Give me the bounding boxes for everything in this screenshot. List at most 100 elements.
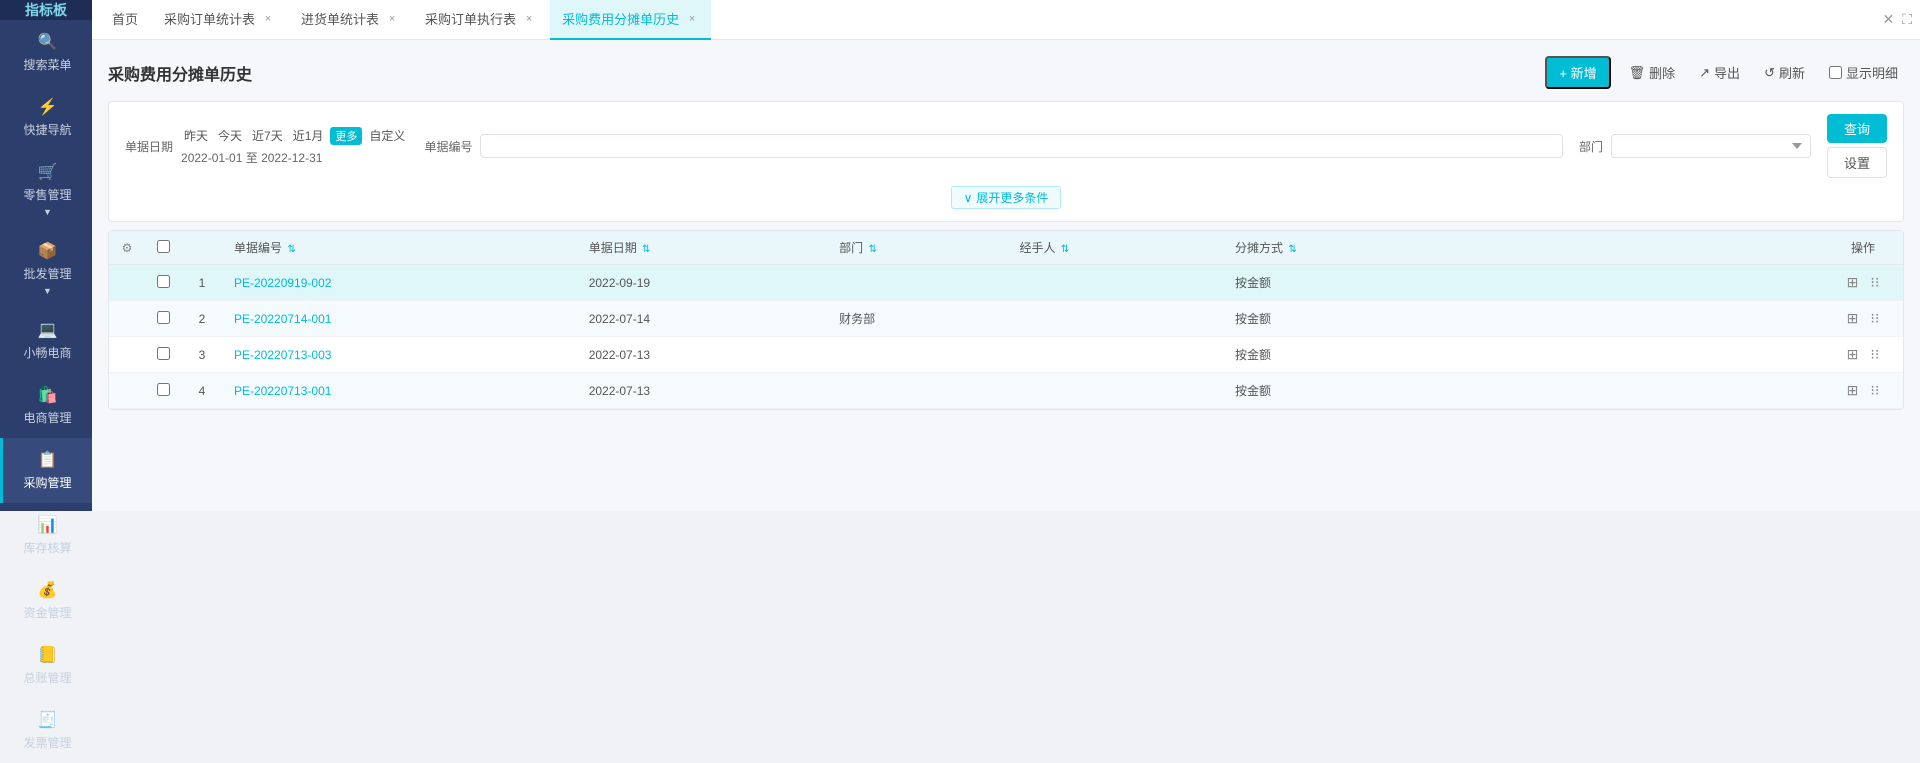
more-icon[interactable]: ⁝⁝ [1868,344,1881,365]
sort-icon[interactable]: ⇅ [642,244,650,255]
date-7days[interactable]: 近7天 [249,126,286,145]
more-icon[interactable]: ⁝⁝ [1868,308,1881,329]
expand-conditions-button[interactable]: ∨ 展开更多条件 [951,186,1062,209]
close-window-icon[interactable]: ✕ [1882,11,1894,28]
row-checkbox[interactable] [157,275,170,288]
sidebar-item-label: 搜索菜单 [23,56,71,73]
search-button[interactable]: 查询 [1827,114,1887,143]
sidebar-item-retail[interactable]: 🛒 零售管理 ▼ [0,150,92,229]
chevron-down-icon: ∨ [964,191,973,205]
sidebar-item-invoice[interactable]: 🧾 发票管理 [0,698,92,763]
date-more[interactable]: 更多 [330,127,362,145]
row-checkbox[interactable] [157,383,170,396]
data-table: ⚙ 单据编号 ⇅ 单据日期 ⇅ [108,230,1904,410]
sidebar-item-inventory[interactable]: 📊 库存核算 [0,503,92,568]
tab-label: 首页 [112,9,138,28]
tab-bar-actions: ✕ ⛶ [1882,11,1912,28]
sidebar-item-ecommerce[interactable]: 🛍️ 电商管理 [0,373,92,438]
dept-select[interactable] [1611,134,1811,158]
col-num [182,231,222,265]
maximize-icon[interactable]: ⛶ [1902,11,1912,28]
table-row: 3 PE-20220713-003 2022-07-13 按金额 ⊞ ⁝⁝ [109,337,1903,373]
cell-num: 3 [182,337,222,373]
sidebar-item-label: 发票管理 [23,734,71,751]
show-detail-button[interactable]: 显示明细 [1823,59,1904,86]
date-1month[interactable]: 近1月 [290,126,327,145]
sidebar-item-label: 采购管理 [23,474,71,491]
sidebar-item-label: 小畅电商 [23,344,71,361]
tab-label: 采购订单执行表 [425,9,516,28]
close-icon[interactable]: × [261,12,275,26]
refresh-button[interactable]: ↺ 刷新 [1758,59,1811,86]
tab-purchase-order-stats[interactable]: 采购订单统计表 × [152,0,287,40]
tab-label: 进货单统计表 [301,9,379,28]
edit-icon[interactable]: ⊞ [1845,272,1861,293]
tab-inbound-stats[interactable]: 进货单统计表 × [289,0,411,40]
doc-no-link[interactable]: PE-20220713-001 [234,384,331,398]
cell-checkbox [145,301,182,337]
sidebar-item-purchase[interactable]: 📋 采购管理 [0,438,92,503]
show-detail-label: 显示明细 [1846,63,1898,82]
tab-purchase-fee-history[interactable]: 采购费用分摊单历史 × [550,0,711,40]
settings-icon[interactable]: ⚙ [122,241,133,255]
sort-icon[interactable]: ⇅ [1061,244,1069,255]
date-custom[interactable]: 自定义 [366,126,408,145]
sidebar-item-ledger[interactable]: 📒 总账管理 [0,633,92,698]
close-icon[interactable]: × [685,12,699,26]
sidebar-item-wholesale[interactable]: 📦 批发管理 ▼ [0,229,92,308]
date-today[interactable]: 今天 [215,126,245,145]
date-yesterday[interactable]: 昨天 [181,126,211,145]
col-handler: 经手人 ⇅ [1008,231,1223,265]
delete-button[interactable]: 🗑 删除 [1623,59,1682,86]
setting-button[interactable]: 设置 [1827,147,1887,178]
col-doc-date: 单据日期 ⇅ [577,231,827,265]
doc-no-link[interactable]: PE-20220713-003 [234,348,331,362]
cell-dept [827,337,1007,373]
lightning-icon: ⚡ [38,97,58,117]
col-split-method: 分摊方式 ⇅ [1223,231,1823,265]
add-button[interactable]: + 新增 [1545,56,1610,89]
date-shortcuts: 昨天 今天 近7天 近1月 更多 自定义 [181,126,408,145]
show-detail-checkbox[interactable] [1829,66,1842,79]
edit-icon[interactable]: ⊞ [1845,380,1861,401]
toolbar-actions: + 新增 🗑 删除 ↗ 导出 ↺ 刷新 显示明细 [1545,56,1904,89]
tab-home[interactable]: 首页 [100,0,150,40]
tab-purchase-exec[interactable]: 采购订单执行表 × [413,0,548,40]
more-icon[interactable]: ⁝⁝ [1868,272,1881,293]
cell-num: 4 [182,373,222,409]
sidebar-item-label: 零售管理 [23,186,71,203]
col-doc-no-label: 单据编号 [234,241,282,255]
edit-icon[interactable]: ⊞ [1845,344,1861,365]
cell-handler [1008,265,1223,301]
doc-no-link[interactable]: PE-20220714-001 [234,312,331,326]
sort-icon[interactable]: ⇅ [1288,244,1296,255]
close-icon[interactable]: × [522,12,536,26]
doc-no-input[interactable] [480,134,1563,158]
row-checkbox[interactable] [157,347,170,360]
export-button[interactable]: ↗ 导出 [1693,59,1746,86]
row-checkbox[interactable] [157,311,170,324]
sidebar-item-label: 快捷导航 [23,121,71,138]
edit-icon[interactable]: ⊞ [1845,308,1861,329]
cell-actions: ⊞ ⁝⁝ [1823,301,1903,337]
col-handler-label: 经手人 [1020,241,1056,255]
cell-doc-no: PE-20220713-003 [222,337,577,373]
date-range-text: 2022-01-01 至 2022-12-31 [181,149,408,166]
close-icon[interactable]: × [385,12,399,26]
search-row: 单据日期 昨天 今天 近7天 近1月 更多 自定义 2022-01-01 至 2… [125,114,1887,178]
cell-doc-no: PE-20220919-002 [222,265,577,301]
cart-icon: 🛒 [38,162,58,182]
more-icon[interactable]: ⁝⁝ [1868,380,1881,401]
refresh-label: 刷新 [1779,63,1805,82]
sidebar-item-shortcut[interactable]: ⚡ 快捷导航 [0,85,92,150]
sidebar-item-search[interactable]: 🔍 搜索菜单 [0,20,92,85]
cell-split-method: 按金额 [1223,373,1823,409]
sidebar-item-finance[interactable]: 💰 资金管理 [0,568,92,633]
select-all-checkbox[interactable] [157,240,170,253]
sort-icon[interactable]: ⇅ [869,244,877,255]
cell-handler [1008,337,1223,373]
sort-icon[interactable]: ⇅ [287,244,295,255]
cell-doc-date: 2022-07-13 [577,373,827,409]
sidebar-item-xiaoshang[interactable]: 💻 小畅电商 [0,308,92,373]
doc-no-link[interactable]: PE-20220919-002 [234,276,331,290]
